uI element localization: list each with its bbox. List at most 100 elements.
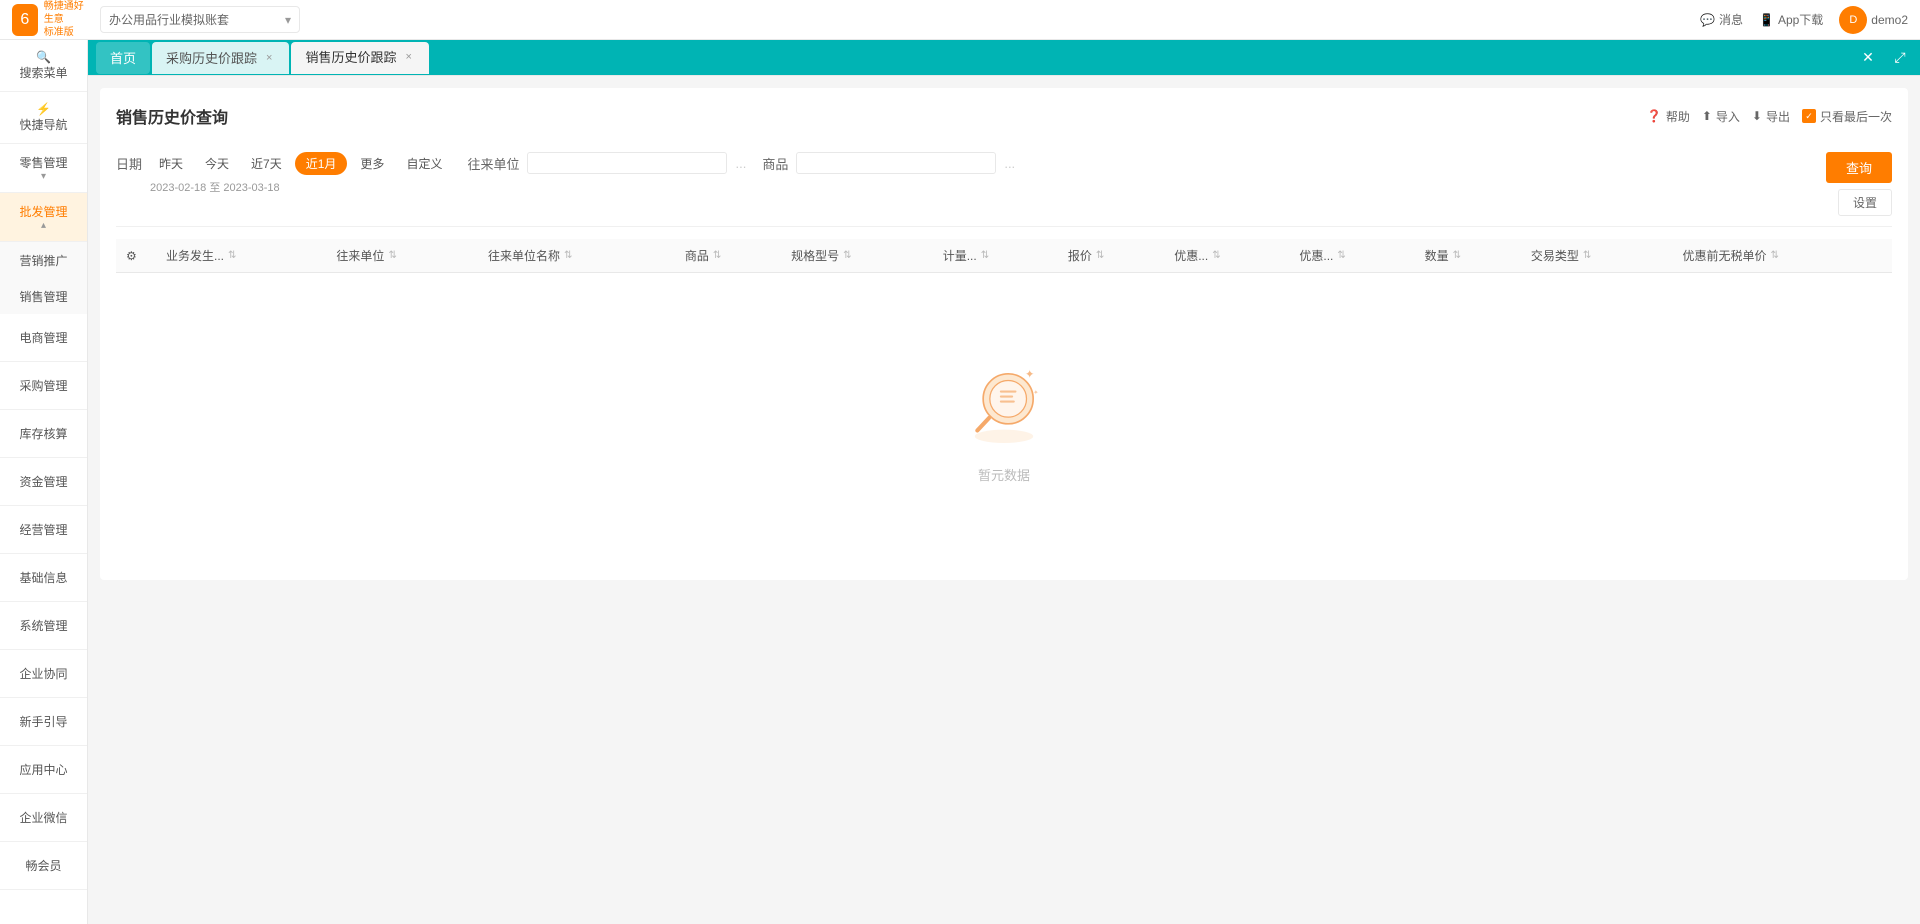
data-table: ⚙ 业务发生...⇅ 往来单位⇅ 往来单位名称⇅: [116, 239, 1892, 273]
sort-icon: ⇅: [843, 250, 851, 261]
date-filter-buttons: 昨天 今天 近7天 近1月 更多 自定义: [150, 152, 451, 175]
sidebar-item-retail[interactable]: 零售管理 ▾: [0, 144, 87, 193]
sidebar-item-label: 快捷导航: [19, 116, 67, 133]
unit-filter-dots[interactable]: ...: [735, 156, 746, 171]
date-btn-1month[interactable]: 近1月: [295, 152, 348, 175]
app-selector-text: 办公用品行业模拟账套: [109, 11, 229, 28]
app-selector[interactable]: 办公用品行业模拟账套 ▾: [100, 6, 300, 33]
col-spec[interactable]: 规格型号⇅: [781, 239, 933, 273]
filter-row: 日期 昨天 今天 近7天 近1月 更多 自定义 2023-02-18 至 202…: [116, 142, 1892, 227]
export-label: 导出: [1766, 108, 1790, 125]
page-title: 销售历史价查询: [116, 104, 228, 128]
col-discount2[interactable]: 优惠...⇅: [1289, 239, 1414, 273]
query-button[interactable]: 查询: [1826, 152, 1892, 183]
col-unit-name[interactable]: 往来单位名称⇅: [478, 239, 675, 273]
sidebar-item-shortcuts[interactable]: ⚡ 快捷导航: [0, 92, 87, 144]
col-settings[interactable]: ⚙: [116, 239, 156, 273]
tab-home[interactable]: 首页: [96, 42, 150, 74]
col-price[interactable]: 报价⇅: [1058, 239, 1164, 273]
sidebar-item-system[interactable]: 系统管理: [0, 602, 87, 650]
sidebar-item-purchase[interactable]: 采购管理: [0, 362, 87, 410]
sidebar-item-wechat[interactable]: 企业微信: [0, 794, 87, 842]
unit-filter-group: 往来单位 ...: [467, 152, 746, 174]
col-quantity[interactable]: 数量⇅: [1415, 239, 1521, 273]
sidebar-item-basic[interactable]: 基础信息: [0, 554, 87, 602]
sidebar-item-label: 企业微信: [19, 809, 67, 826]
sidebar-item-label: 零售管理: [19, 154, 67, 171]
download-icon: 📱: [1759, 13, 1774, 27]
date-btn-custom[interactable]: 自定义: [397, 152, 451, 175]
sidebar-item-enterprise[interactable]: 企业协同: [0, 650, 87, 698]
sort-icon: ⇅: [1453, 250, 1461, 261]
date-btn-more[interactable]: 更多: [351, 152, 393, 175]
tab-sales-close[interactable]: ×: [402, 50, 414, 64]
settings-button[interactable]: 设置: [1838, 189, 1892, 216]
sidebar-item-marketing[interactable]: 营销推广: [0, 242, 87, 278]
col-unit[interactable]: 计量...⇅: [933, 239, 1058, 273]
tab-purchase-label: 采购历史价跟踪: [166, 48, 257, 67]
sidebar-item-label: 基础信息: [19, 569, 67, 586]
sidebar-item-label: 畅会员: [25, 857, 61, 874]
shortcuts-icon: ⚡: [36, 102, 51, 116]
sidebar-item-member[interactable]: 畅会员: [0, 842, 87, 890]
page-header: 销售历史价查询 ❓ 帮助 ⬆ 导入 ⬇ 导出: [116, 104, 1892, 128]
maximize-button[interactable]: ⤢: [1888, 46, 1912, 70]
chevron-down-icon: ▾: [285, 13, 291, 27]
sidebar-item-label: 采购管理: [19, 377, 67, 394]
message-button[interactable]: 💬 消息: [1700, 11, 1743, 28]
logo-text: 畅捷通好生意标准版: [44, 0, 92, 39]
sidebar-item-label: 新手引导: [19, 713, 67, 730]
empty-state-text: 暂元数据: [978, 465, 1030, 484]
app-logo-icon: 6: [12, 4, 38, 36]
sidebar-item-finance[interactable]: 资金管理: [0, 458, 87, 506]
tab-purchase-close[interactable]: ×: [263, 51, 275, 65]
product-filter-dots[interactable]: ...: [1004, 156, 1015, 171]
close-all-tabs-button[interactable]: ✕: [1856, 46, 1880, 70]
import-button[interactable]: ⬆ 导入: [1702, 108, 1740, 125]
svg-text:✦: ✦: [1025, 368, 1035, 381]
date-filter-options: 昨天 今天 近7天 近1月 更多 自定义 2023-02-18 至 2023-0…: [150, 152, 451, 195]
message-label: 消息: [1719, 11, 1743, 28]
date-btn-7days[interactable]: 近7天: [242, 152, 291, 175]
unit-filter-input[interactable]: [527, 152, 727, 174]
sidebar-item-inventory[interactable]: 库存核算: [0, 410, 87, 458]
sidebar-item-label: 营销推广: [19, 252, 67, 269]
tab-sales[interactable]: 销售历史价跟踪 ×: [291, 42, 428, 74]
date-filter-group: 日期 昨天 今天 近7天 近1月 更多 自定义 2023-02-18 至 202…: [116, 152, 451, 195]
app-download-label: App下载: [1778, 11, 1823, 28]
col-product[interactable]: 商品⇅: [675, 239, 781, 273]
date-btn-today[interactable]: 今天: [196, 152, 238, 175]
help-button[interactable]: ❓ 帮助: [1647, 108, 1690, 125]
sidebar-item-label: 批发管理: [19, 203, 67, 220]
chevron-up-icon: ▴: [41, 220, 46, 231]
col-trade-type[interactable]: 交易类型⇅: [1521, 239, 1673, 273]
sidebar-item-search[interactable]: 🔍 搜索菜单: [0, 40, 87, 92]
sidebar-item-sales-mgmt[interactable]: 销售管理: [0, 278, 87, 314]
product-filter-group: 商品 ...: [762, 152, 1015, 174]
sort-icon: ⇅: [388, 250, 396, 261]
empty-state-icon: ✦ ✦: [954, 353, 1054, 453]
sidebar-item-guide[interactable]: 新手引导: [0, 698, 87, 746]
sidebar-item-ecommerce[interactable]: 电商管理: [0, 314, 87, 362]
date-btn-yesterday[interactable]: 昨天: [150, 152, 192, 175]
sidebar-item-wholesale[interactable]: 批发管理 ▴: [0, 193, 87, 242]
help-label: 帮助: [1666, 108, 1690, 125]
sidebar-item-label: 资金管理: [19, 473, 67, 490]
col-discount1[interactable]: 优惠...⇅: [1164, 239, 1289, 273]
only-last-checkbox-wrap[interactable]: ✓ 只看最后一次: [1802, 108, 1892, 125]
user-menu[interactable]: D demo2: [1839, 6, 1908, 34]
page-container: 销售历史价查询 ❓ 帮助 ⬆ 导入 ⬇ 导出: [88, 76, 1920, 924]
tab-purchase[interactable]: 采购历史价跟踪 ×: [152, 42, 289, 74]
export-button[interactable]: ⬇ 导出: [1752, 108, 1790, 125]
only-last-label: 只看最后一次: [1820, 108, 1892, 125]
sidebar-item-label: 搜索菜单: [19, 64, 67, 81]
col-unit-code[interactable]: 往来单位⇅: [326, 239, 478, 273]
sidebar-item-operations[interactable]: 经营管理: [0, 506, 87, 554]
app-download-button[interactable]: 📱 App下载: [1759, 11, 1823, 28]
sidebar-item-appstore[interactable]: 应用中心: [0, 746, 87, 794]
product-filter-input[interactable]: [796, 152, 996, 174]
col-biz-date[interactable]: 业务发生...⇅: [156, 239, 326, 273]
chevron-down-icon: ▾: [41, 171, 46, 182]
col-pretax-price[interactable]: 优惠前无税单价⇅: [1672, 239, 1892, 273]
sidebar-item-label: 库存核算: [19, 425, 67, 442]
